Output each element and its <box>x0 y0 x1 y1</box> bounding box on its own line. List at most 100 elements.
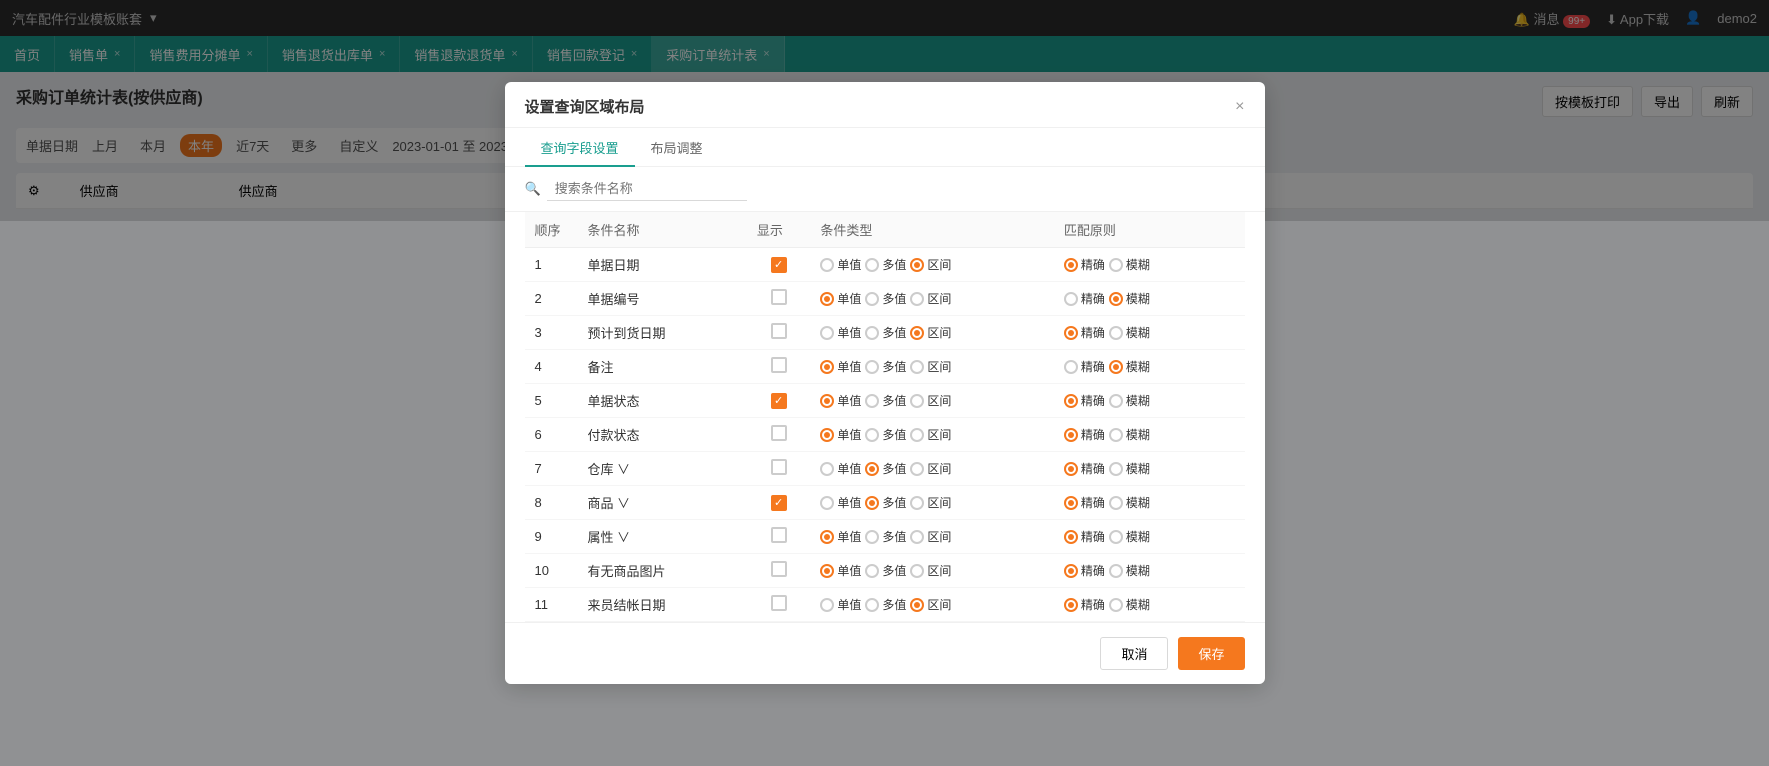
radio-match-option[interactable]: 精确 <box>1064 494 1105 511</box>
radio-match-option[interactable]: 精确 <box>1064 460 1105 477</box>
radio-type-option[interactable]: 多值 <box>865 392 906 409</box>
radio-match-option[interactable]: 模糊 <box>1109 494 1150 511</box>
radio-type-option[interactable]: 多值 <box>865 256 906 273</box>
radio-circle <box>1109 496 1123 510</box>
radio-type-option[interactable]: 单值 <box>820 562 861 579</box>
cell-show[interactable] <box>747 554 811 588</box>
settings-dialog: 设置查询区域布局 × 查询字段设置 布局调整 🔍 顺序 条件名称 <box>505 82 1265 684</box>
radio-match-option[interactable]: 模糊 <box>1109 426 1150 443</box>
tab-layout-adjust-label: 布局调整 <box>651 141 703 156</box>
radio-match-option[interactable]: 模糊 <box>1109 256 1150 273</box>
radio-circle <box>1064 394 1078 408</box>
tab-query-fields[interactable]: 查询字段设置 <box>525 128 635 167</box>
radio-match-option[interactable]: 模糊 <box>1109 358 1150 375</box>
cell-show[interactable] <box>747 384 811 418</box>
radio-circle <box>1109 326 1123 340</box>
radio-type-option[interactable]: 多值 <box>865 426 906 443</box>
radio-match-option[interactable]: 精确 <box>1064 528 1105 545</box>
cancel-button[interactable]: 取消 <box>1100 637 1168 670</box>
radio-type-option[interactable]: 区间 <box>910 596 951 613</box>
show-checkbox[interactable] <box>771 289 787 305</box>
show-checkbox[interactable] <box>771 527 787 543</box>
radio-type-option[interactable]: 单值 <box>820 426 861 443</box>
radio-match-option[interactable]: 精确 <box>1064 358 1105 375</box>
radio-type-option[interactable]: 单值 <box>820 358 861 375</box>
radio-type-option[interactable]: 单值 <box>820 392 861 409</box>
radio-match-option[interactable]: 精确 <box>1064 256 1105 273</box>
radio-type-option[interactable]: 区间 <box>910 392 951 409</box>
show-checkbox[interactable] <box>771 257 787 273</box>
cell-show[interactable] <box>747 350 811 384</box>
radio-type-option[interactable]: 单值 <box>820 256 861 273</box>
radio-type-option[interactable]: 区间 <box>910 494 951 511</box>
radio-type-option[interactable]: 多值 <box>865 460 906 477</box>
dialog-close-button[interactable]: × <box>1235 98 1244 116</box>
radio-match-option[interactable]: 模糊 <box>1109 562 1150 579</box>
save-button[interactable]: 保存 <box>1178 637 1244 670</box>
radio-type-option[interactable]: 区间 <box>910 256 951 273</box>
tab-layout-adjust[interactable]: 布局调整 <box>635 128 719 167</box>
cell-name: 单据编号 <box>577 282 746 316</box>
cell-type: 单值多值区间 <box>810 486 1054 520</box>
radio-type-option[interactable]: 区间 <box>910 324 951 341</box>
radio-circle <box>1109 360 1123 374</box>
radio-type-option[interactable]: 单值 <box>820 596 861 613</box>
radio-type-option[interactable]: 多值 <box>865 494 906 511</box>
radio-label: 多值 <box>882 562 906 579</box>
radio-match-option[interactable]: 模糊 <box>1109 392 1150 409</box>
show-checkbox[interactable] <box>771 459 787 475</box>
radio-type-option[interactable]: 区间 <box>910 528 951 545</box>
cell-match: 精确模糊 <box>1054 588 1245 622</box>
radio-type-option[interactable]: 多值 <box>865 358 906 375</box>
cell-name: 备注 <box>577 350 746 384</box>
show-checkbox[interactable] <box>771 323 787 339</box>
radio-match-option[interactable]: 精确 <box>1064 596 1105 613</box>
radio-type-option[interactable]: 单值 <box>820 460 861 477</box>
show-checkbox[interactable] <box>771 595 787 611</box>
cell-show[interactable] <box>747 418 811 452</box>
radio-type-option[interactable]: 区间 <box>910 562 951 579</box>
search-input[interactable] <box>547 177 747 201</box>
radio-type-option[interactable]: 多值 <box>865 528 906 545</box>
radio-circle <box>820 394 834 408</box>
radio-type-option[interactable]: 单值 <box>820 290 861 307</box>
radio-type-option[interactable]: 单值 <box>820 324 861 341</box>
radio-match-option[interactable]: 模糊 <box>1109 324 1150 341</box>
cell-show[interactable] <box>747 248 811 282</box>
cell-show[interactable] <box>747 588 811 622</box>
radio-match-option[interactable]: 模糊 <box>1109 290 1150 307</box>
radio-label: 区间 <box>927 528 951 545</box>
cell-show[interactable] <box>747 282 811 316</box>
show-checkbox[interactable] <box>771 357 787 373</box>
show-checkbox[interactable] <box>771 393 787 409</box>
radio-type-option[interactable]: 区间 <box>910 426 951 443</box>
radio-match-option[interactable]: 模糊 <box>1109 460 1150 477</box>
radio-match-option[interactable]: 精确 <box>1064 290 1105 307</box>
radio-type-option[interactable]: 区间 <box>910 460 951 477</box>
radio-match-option[interactable]: 精确 <box>1064 562 1105 579</box>
cell-show[interactable] <box>747 452 811 486</box>
radio-type-option[interactable]: 多值 <box>865 596 906 613</box>
show-checkbox[interactable] <box>771 561 787 577</box>
show-checkbox[interactable] <box>771 425 787 441</box>
radio-match-option[interactable]: 精确 <box>1064 392 1105 409</box>
cell-show[interactable] <box>747 486 811 520</box>
radio-type-option[interactable]: 单值 <box>820 528 861 545</box>
radio-circle <box>865 326 879 340</box>
radio-type-option[interactable]: 多值 <box>865 324 906 341</box>
radio-match-option[interactable]: 模糊 <box>1109 596 1150 613</box>
table-row: 8商品 ∨单值多值区间精确模糊 <box>525 486 1245 520</box>
radio-match-option[interactable]: 精确 <box>1064 426 1105 443</box>
radio-type-option[interactable]: 区间 <box>910 358 951 375</box>
radio-match-option[interactable]: 模糊 <box>1109 528 1150 545</box>
radio-circle <box>1064 598 1078 612</box>
radio-type-option[interactable]: 单值 <box>820 494 861 511</box>
cell-show[interactable] <box>747 316 811 350</box>
radio-type-option[interactable]: 多值 <box>865 290 906 307</box>
radio-label: 多值 <box>882 392 906 409</box>
cell-show[interactable] <box>747 520 811 554</box>
show-checkbox[interactable] <box>771 495 787 511</box>
radio-match-option[interactable]: 精确 <box>1064 324 1105 341</box>
radio-type-option[interactable]: 区间 <box>910 290 951 307</box>
radio-type-option[interactable]: 多值 <box>865 562 906 579</box>
